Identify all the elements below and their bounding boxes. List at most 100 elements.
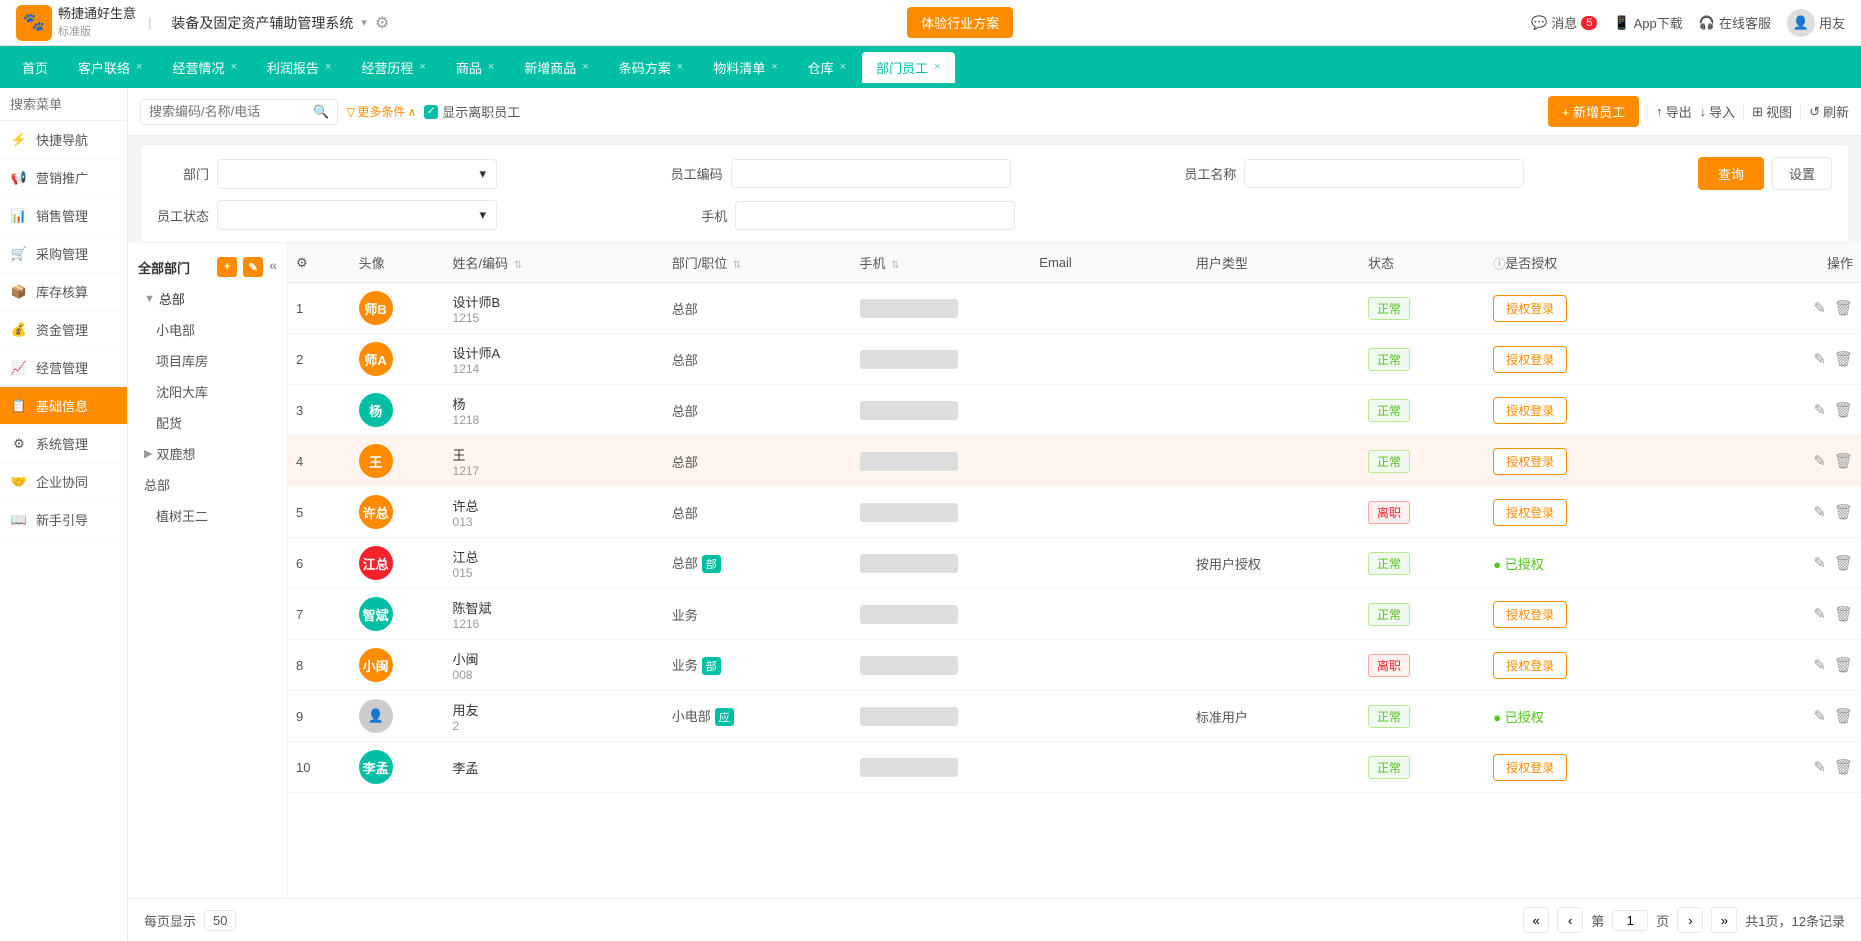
sidebar-item-guide[interactable]: 📖 新手引导: [0, 501, 127, 539]
auth-login-btn[interactable]: 授权登录: [1493, 499, 1567, 526]
page-number-input[interactable]: [1612, 910, 1648, 931]
online-service-btn[interactable]: 🎧 在线客服: [1699, 13, 1771, 32]
auth-login-btn[interactable]: 授权登录: [1493, 448, 1567, 475]
dept-edit-icon[interactable]: ✎: [243, 257, 263, 277]
show-resigned-toggle[interactable]: ✓ 显示离职员工: [424, 102, 520, 121]
tab-journey[interactable]: 经营历程 ×: [347, 52, 439, 83]
refresh-btn[interactable]: ↺ 刷新: [1809, 102, 1849, 121]
more-conditions-btn[interactable]: ▽ 更多条件 ∧: [346, 103, 416, 120]
delete-employee-btn[interactable]: 🗑: [1834, 656, 1853, 674]
employee-search-icon[interactable]: 🔍: [313, 104, 329, 120]
tab-bom[interactable]: 物料清单 ×: [699, 52, 791, 83]
user-btn[interactable]: 👤 用友: [1787, 9, 1845, 37]
app-download-btn[interactable]: 📱 App下载: [1613, 13, 1682, 32]
add-employee-btn[interactable]: + 新增员工: [1548, 96, 1639, 127]
tree-item-headquarters-group[interactable]: ▼ 总部: [128, 283, 287, 314]
tab-profit-close[interactable]: ×: [325, 61, 331, 73]
sort-phone-icon[interactable]: ⇅: [891, 260, 899, 271]
tab-dept-emp[interactable]: 部门员工 ×: [862, 52, 954, 83]
edit-employee-btn[interactable]: ✎: [1813, 401, 1826, 419]
sidebar-item-collab[interactable]: 🤝 企业协同: [0, 463, 127, 501]
show-resigned-checkbox[interactable]: ✓: [424, 105, 438, 119]
tab-warehouse-close[interactable]: ×: [840, 61, 846, 73]
employee-search-input[interactable]: [149, 104, 309, 119]
sidebar-item-quick-nav[interactable]: ⚡ 快捷导航: [0, 121, 127, 159]
edit-employee-btn[interactable]: ✎: [1813, 299, 1826, 317]
dept-collapse-btn[interactable]: «: [269, 257, 277, 277]
auth-login-btn[interactable]: 授权登录: [1493, 295, 1567, 322]
tree-item-distribution[interactable]: 配货: [128, 407, 287, 438]
tree-item-shenyang[interactable]: 沈阳大库: [128, 376, 287, 407]
tab-profit[interactable]: 利润报告 ×: [253, 52, 345, 83]
delete-employee-btn[interactable]: 🗑: [1834, 758, 1853, 776]
edit-employee-btn[interactable]: ✎: [1813, 350, 1826, 368]
message-btn[interactable]: 💬 消息 5: [1531, 13, 1597, 32]
tree-item-project-room[interactable]: 项目库房: [128, 345, 287, 376]
tab-barcode[interactable]: 条码方案 ×: [605, 52, 697, 83]
tab-dept-emp-close[interactable]: ×: [934, 61, 940, 73]
tree-item-planting[interactable]: 植树王二: [128, 500, 287, 531]
edit-employee-btn[interactable]: ✎: [1813, 758, 1826, 776]
sidebar-item-basic-info[interactable]: 📋 基础信息: [0, 387, 127, 425]
query-btn[interactable]: 查询: [1698, 157, 1764, 190]
tab-barcode-close[interactable]: ×: [677, 61, 683, 73]
edit-employee-btn[interactable]: ✎: [1813, 452, 1826, 470]
tab-business[interactable]: 经营情况 ×: [158, 52, 250, 83]
filter-dept-select[interactable]: ▾: [217, 159, 497, 189]
tab-goods-close[interactable]: ×: [488, 61, 494, 73]
col-dept[interactable]: 部门/职位 ⇅: [664, 243, 852, 283]
prev-page-btn[interactable]: ‹: [1557, 907, 1583, 933]
sidebar-item-operations[interactable]: 📈 经营管理: [0, 349, 127, 387]
tab-customer-close[interactable]: ×: [136, 61, 142, 73]
first-page-btn[interactable]: «: [1523, 907, 1549, 933]
auth-login-btn[interactable]: 授权登录: [1493, 601, 1567, 628]
edit-employee-btn[interactable]: ✎: [1813, 605, 1826, 623]
import-btn[interactable]: ↓ 导入: [1700, 102, 1736, 121]
auth-login-btn[interactable]: 授权登录: [1493, 652, 1567, 679]
tab-home[interactable]: 首页: [8, 52, 62, 83]
dept-add-icon[interactable]: +: [217, 257, 237, 277]
sidebar-item-sales[interactable]: 📊 销售管理: [0, 197, 127, 235]
tab-business-close[interactable]: ×: [230, 61, 236, 73]
sort-name-icon[interactable]: ⇅: [514, 260, 522, 271]
tree-item-double-deer[interactable]: ▶ 双鹿想: [128, 438, 287, 469]
export-btn[interactable]: ↑ 导出: [1656, 102, 1692, 121]
filter-phone-input[interactable]: [735, 201, 1015, 230]
per-page-value[interactable]: 50: [204, 910, 236, 931]
delete-employee-btn[interactable]: 🗑: [1834, 503, 1853, 521]
tab-warehouse[interactable]: 仓库 ×: [794, 52, 860, 83]
auth-login-btn[interactable]: 授权登录: [1493, 754, 1567, 781]
sidebar-item-marketing[interactable]: 📢 营销推广: [0, 159, 127, 197]
view-btn[interactable]: ⊞ 视图: [1752, 102, 1792, 121]
last-page-btn[interactable]: »: [1711, 907, 1737, 933]
tab-goods[interactable]: 商品 ×: [442, 52, 508, 83]
edit-employee-btn[interactable]: ✎: [1813, 707, 1826, 725]
sidebar-item-purchase[interactable]: 🛒 采购管理: [0, 235, 127, 273]
col-phone[interactable]: 手机 ⇅: [852, 243, 1032, 283]
auth-login-btn[interactable]: 授权登录: [1493, 397, 1567, 424]
delete-employee-btn[interactable]: 🗑: [1834, 605, 1853, 623]
tab-add-goods[interactable]: 新增商品 ×: [510, 52, 602, 83]
delete-employee-btn[interactable]: 🗑: [1834, 401, 1853, 419]
filter-status-select[interactable]: ▾: [217, 200, 497, 230]
experience-btn[interactable]: 体验行业方案: [907, 7, 1013, 38]
sort-dept-icon[interactable]: ⇅: [733, 260, 741, 271]
settings-icon[interactable]: ⚙: [375, 13, 389, 33]
tab-add-goods-close[interactable]: ×: [582, 61, 588, 73]
next-page-btn[interactable]: ›: [1677, 907, 1703, 933]
edit-employee-btn[interactable]: ✎: [1813, 503, 1826, 521]
sidebar-item-system[interactable]: ⚙ 系统管理: [0, 425, 127, 463]
tree-item-hq[interactable]: 总部: [128, 469, 287, 500]
edit-employee-btn[interactable]: ✎: [1813, 554, 1826, 572]
sidebar-item-inventory[interactable]: 📦 库存核算: [0, 273, 127, 311]
tab-journey-close[interactable]: ×: [419, 61, 425, 73]
auth-login-btn[interactable]: 授权登录: [1493, 346, 1567, 373]
delete-employee-btn[interactable]: 🗑: [1834, 452, 1853, 470]
filter-emp-name-input[interactable]: [1244, 159, 1524, 188]
tree-item-small-elec[interactable]: 小电部: [128, 314, 287, 345]
col-settings[interactable]: ⚙: [288, 243, 351, 283]
set-btn[interactable]: 设置: [1772, 157, 1832, 190]
edit-employee-btn[interactable]: ✎: [1813, 656, 1826, 674]
system-dropdown-arrow[interactable]: ▾: [361, 16, 367, 29]
delete-employee-btn[interactable]: 🗑: [1834, 554, 1853, 572]
